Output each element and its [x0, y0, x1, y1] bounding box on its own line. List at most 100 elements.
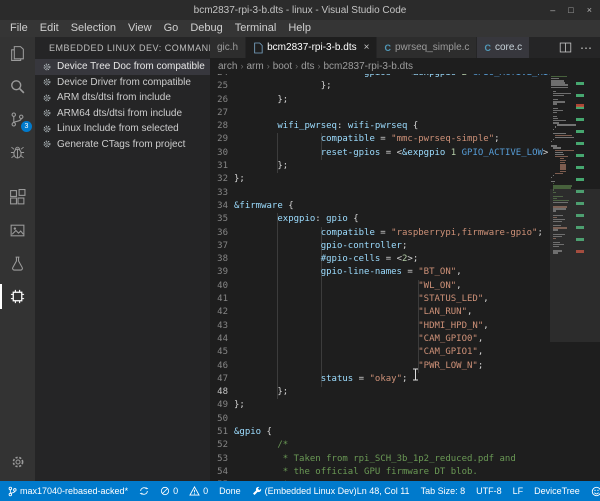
code-line-45[interactable]: 45 "CAM_GPIO1",: [210, 346, 600, 359]
code-line-31[interactable]: 31 };: [210, 160, 600, 173]
menu-selection[interactable]: Selection: [65, 20, 122, 37]
code-line-27[interactable]: 27: [210, 107, 600, 120]
code-text: * the official GPU firmware DT blob.: [277, 466, 478, 477]
code-line-53[interactable]: 53 * Taken from rpi_SCH_3b_1p2_reduced.p…: [210, 453, 600, 466]
breadcrumb-item-dts[interactable]: dts: [301, 61, 314, 72]
code-text: /*: [277, 440, 289, 451]
code-line-38[interactable]: 38 #gpio-cells = <2>;: [210, 253, 600, 266]
branch-icon: [8, 486, 17, 497]
line-number: 38: [217, 254, 228, 265]
tab-bcm2837-rpi-3-b.dts[interactable]: bcm2837-rpi-3-b.dts ×: [246, 37, 378, 58]
debug-icon[interactable]: [0, 136, 35, 169]
search-icon[interactable]: [0, 70, 35, 103]
code-line-50[interactable]: 50: [210, 413, 600, 426]
code-line-32[interactable]: 32};: [210, 173, 600, 186]
command-item-5[interactable]: Generate CTags from project: [35, 137, 210, 153]
code-line-26[interactable]: 26 };: [210, 94, 600, 107]
settings-gear-icon[interactable]: [10, 454, 26, 475]
tab-size[interactable]: Tab Size: 8: [421, 486, 466, 496]
code-line-40[interactable]: 40 "WL_ON",: [210, 280, 600, 293]
code-line-48[interactable]: 48 };: [210, 386, 600, 399]
tab-pwrseq_simple.c[interactable]: Cpwrseq_simple.c: [377, 37, 478, 58]
code-text: "CAM_GPIO0",: [418, 333, 484, 344]
line-number: 48: [217, 387, 228, 398]
code-line-52[interactable]: 52 /*: [210, 439, 600, 452]
code-line-42[interactable]: 42 "LAN_RUN",: [210, 306, 600, 319]
code-line-46[interactable]: 46 "PWR_LOW_N";: [210, 360, 600, 373]
code-line-25[interactable]: 25 };: [210, 80, 600, 93]
breadcrumb-item-arch[interactable]: arch: [218, 61, 237, 72]
code-line-43[interactable]: 43 "HDMI_HPD_N",: [210, 320, 600, 333]
status-item-text: UTF-8: [476, 486, 502, 496]
code-text: "PWR_LOW_N";: [418, 360, 484, 371]
command-item-2[interactable]: ARM dts/dtsi from include: [35, 90, 210, 106]
menu-edit[interactable]: Edit: [34, 20, 65, 37]
command-item-0[interactable]: Device Tree Doc from compatible: [35, 59, 210, 75]
code-line-36[interactable]: 36 compatible = "raspberrypi,firmware-gp…: [210, 227, 600, 240]
extensions-icon[interactable]: [0, 181, 35, 214]
language-mode[interactable]: DeviceTree: [534, 486, 580, 496]
command-item-label: Device Tree Doc from compatible: [57, 61, 205, 73]
code-line-51[interactable]: 51 &gpio {: [210, 426, 600, 439]
menu-view[interactable]: View: [122, 20, 158, 37]
menu-debug[interactable]: Debug: [184, 20, 228, 37]
errors-status[interactable]: 0: [160, 486, 178, 496]
sync-status[interactable]: [139, 486, 149, 496]
task-status[interactable]: Done: [219, 486, 241, 496]
vertical-scrollbar[interactable]: [550, 189, 600, 342]
menu-go[interactable]: Go: [158, 20, 185, 37]
minimize-button[interactable]: –: [550, 5, 555, 15]
tab-core.c[interactable]: Ccore.c: [477, 37, 531, 58]
code-editor[interactable]: 24 gpios = <&expgpio 2 GPIO_ACTIVE_HIGH>…: [210, 74, 600, 481]
menu-help[interactable]: Help: [282, 20, 317, 37]
code-line-41[interactable]: 41 "STATUS_LED",: [210, 293, 600, 306]
command-item-label: ARM dts/dtsi from include: [57, 92, 171, 104]
code-line-29[interactable]: 29 compatible = "mmc-pwrseq-simple";: [210, 133, 600, 146]
tab-label: bcm2837-rpi-3-b.dts: [267, 42, 357, 53]
command-item-4[interactable]: Linux Include from selected: [35, 121, 210, 137]
menu-terminal[interactable]: Terminal: [229, 20, 283, 37]
code-line-28[interactable]: 28 wifi_pwrseq: wifi-pwrseq {: [210, 120, 600, 133]
line-number: 54: [217, 466, 228, 477]
maximize-button[interactable]: □: [568, 5, 573, 15]
command-item-1[interactable]: Device Driver from compatible: [35, 75, 210, 91]
encoding[interactable]: UTF-8: [476, 486, 502, 496]
code-text: expgpio: gpio {: [277, 214, 359, 225]
tab-close-icon[interactable]: ×: [364, 42, 370, 53]
extension-status[interactable]: (Embedded Linux Dev): [252, 486, 357, 496]
editor-group: gic.h bcm2837-rpi-3-b.dts × Cpwrseq_simple.…: [210, 37, 600, 481]
menu-file[interactable]: File: [4, 20, 34, 37]
code-line-49[interactable]: 49};: [210, 399, 600, 412]
status-bar: max17040-rebased-acked* 0 0 Done (Embedded L…: [0, 481, 600, 501]
line-number: 47: [217, 373, 228, 384]
window-controls: – □ ×: [550, 0, 592, 20]
tab-gic.h[interactable]: gic.h: [210, 37, 247, 58]
breadcrumb-item-arm[interactable]: arm: [246, 61, 263, 72]
ext-flask-icon[interactable]: [0, 247, 35, 280]
code-line-33[interactable]: 33: [210, 187, 600, 200]
explorer-icon[interactable]: [0, 37, 35, 70]
git-branch-status[interactable]: max17040-rebased-acked*: [8, 486, 128, 497]
code-line-37[interactable]: 37 gpio-controller;: [210, 240, 600, 253]
code-line-39[interactable]: 39 gpio-line-names = "BT_ON",: [210, 266, 600, 279]
code-line-34[interactable]: 34 &firmware {: [210, 200, 600, 213]
source-control-icon[interactable]: 3: [0, 103, 35, 136]
breadcrumb-item-boot[interactable]: boot: [273, 61, 292, 72]
warnings-status[interactable]: 0: [189, 486, 208, 496]
command-item-3[interactable]: ARM64 dts/dtsi from include: [35, 106, 210, 122]
more-actions-icon[interactable]: ⋯: [580, 41, 592, 55]
breadcrumb-item-bcm2837-rpi-3-b.dts[interactable]: bcm2837-rpi-3-b.dts: [324, 61, 413, 72]
code-line-54[interactable]: 54 * the official GPU firmware DT blob.: [210, 466, 600, 479]
split-editor-icon[interactable]: [559, 41, 572, 54]
code-line-30[interactable]: 30 reset-gpios = <&expgpio 1 GPIO_ACTIVE…: [210, 147, 600, 160]
ext-image-icon[interactable]: [0, 214, 35, 247]
eol[interactable]: LF: [513, 486, 524, 496]
code-line-35[interactable]: 35 expgpio: gpio {: [210, 213, 600, 226]
close-button[interactable]: ×: [587, 5, 592, 15]
code-text: };: [234, 94, 289, 105]
embedded-linux-dev-icon[interactable]: [0, 280, 35, 313]
code-line-44[interactable]: 44 "CAM_GPIO0",: [210, 333, 600, 346]
feedback-smiley-icon[interactable]: [591, 486, 600, 497]
cursor-position[interactable]: Ln 48, Col 11: [357, 486, 410, 496]
code-line-47[interactable]: 47 status = "okay";: [210, 373, 600, 386]
